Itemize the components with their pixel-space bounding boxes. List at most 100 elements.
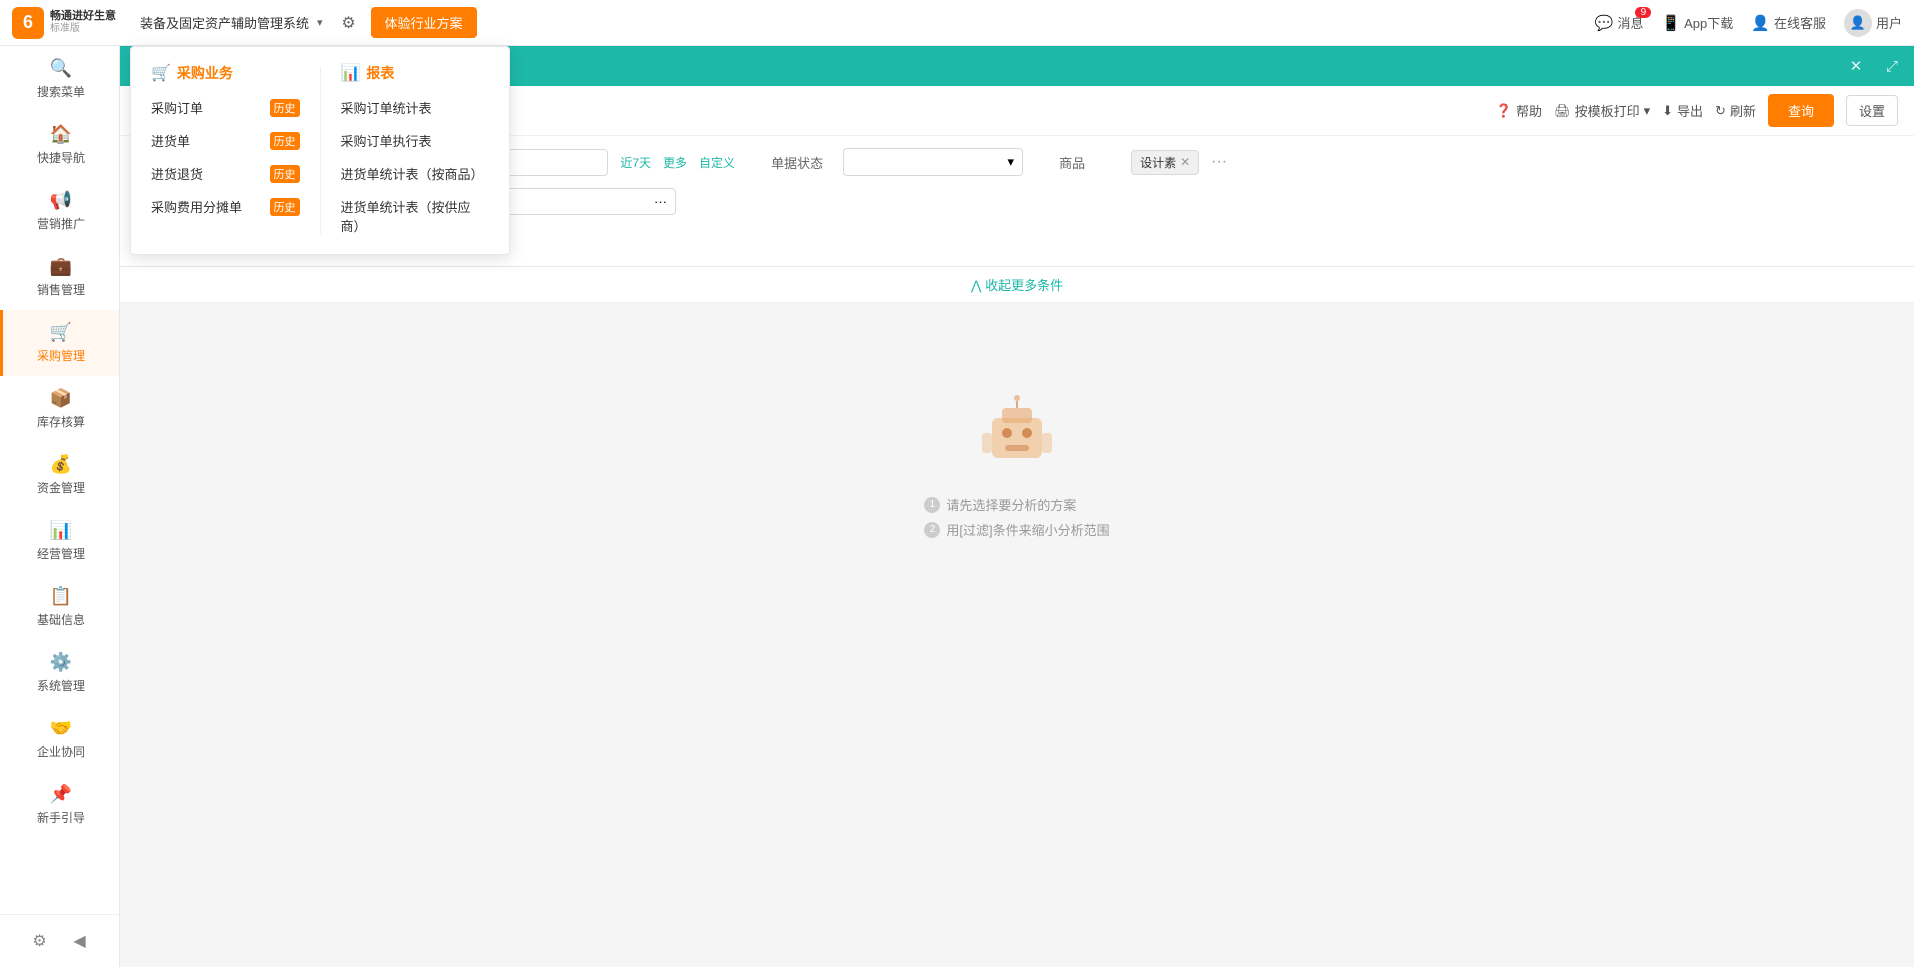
help-action[interactable]: ❓ 帮助 (1496, 101, 1542, 120)
quick-custom-btn[interactable]: 自定义 (699, 154, 735, 171)
goods-tag-close-icon[interactable]: ✕ (1180, 155, 1190, 169)
quick-more-btn[interactable]: 更多 (663, 154, 687, 171)
help-icon: ❓ (1496, 103, 1512, 119)
sidebar-label-marketing: 营销推广 (37, 215, 85, 232)
sales-icon: 💼 (50, 256, 72, 277)
empty-tip-2: 2 用[过滤]条件来缩小分析范围 (924, 520, 1109, 539)
inventory-icon: 📦 (50, 388, 72, 409)
goods-tag[interactable]: 设计素 ✕ (1131, 150, 1199, 175)
message-badge: 9 (1635, 7, 1651, 18)
menu-item-supplier-stat[interactable]: 进货单统计表（按供应商） (333, 190, 498, 242)
print-dropdown-icon[interactable]: ▾ (1644, 103, 1651, 119)
tab-bar-right: ✕ ⤢ (1842, 52, 1914, 80)
purchase-order-stat-label: 采购订单统计表 (341, 98, 432, 117)
sidebar-item-operation[interactable]: 📊 经营管理 (0, 508, 119, 574)
goods-more-btn[interactable]: ··· (1211, 153, 1227, 171)
help-label: 帮助 (1516, 101, 1542, 120)
filter-settings-btn[interactable]: 设置 (1846, 95, 1898, 126)
sidebar-item-basic[interactable]: 📋 基础信息 (0, 574, 119, 640)
goods-tag-text: 设计素 (1140, 154, 1176, 171)
purchase-order-badge: 历史 (270, 99, 300, 117)
header-right: 💬 消息 9 📱 App下载 👤 在线客服 👤 用户 (1595, 9, 1902, 37)
sidebar-item-capital[interactable]: 💰 资金管理 (0, 442, 119, 508)
tab-expand-btn[interactable]: ⤢ (1878, 52, 1906, 80)
logo-text-area: 畅通进好生意 标准版 (50, 10, 116, 35)
sidebar-label-guide: 新手引导 (37, 809, 85, 826)
industry-btn[interactable]: 体验行业方案 (371, 7, 477, 38)
logo-icon: 6 (12, 7, 44, 39)
sidebar-item-inventory[interactable]: 📦 库存核算 (0, 376, 119, 442)
empty-tips: 1 请先选择要分析的方案 2 用[过滤]条件来缩小分析范围 (924, 495, 1109, 539)
doc-status-select[interactable]: ▾ (843, 148, 1023, 176)
sidebar-settings-btn[interactable]: ⚙ (24, 925, 56, 957)
doc-status-dropdown-icon: ▾ (1008, 154, 1015, 170)
menu-item-purchase-order-stat[interactable]: 采购订单统计表 (333, 91, 498, 124)
sidebar-item-enterprise[interactable]: 🤝 企业协同 (0, 706, 119, 772)
purchase-icon: 🛒 (50, 322, 72, 343)
search-icon: 🔍 (50, 58, 72, 79)
salesman-select[interactable]: ··· (496, 188, 676, 215)
service-icon: 👤 (1751, 14, 1770, 32)
user-action[interactable]: 👤 用户 (1844, 9, 1902, 37)
sidebar-label-system: 系统管理 (37, 677, 85, 694)
sidebar-label-enterprise: 企业协同 (37, 743, 85, 760)
export-action[interactable]: ⬇ 导出 (1662, 101, 1703, 120)
menu-item-purchase-order-exec[interactable]: 采购订单执行表 (333, 124, 498, 157)
quick-7days-btn[interactable]: 近7天 (620, 154, 651, 171)
purchase-goods-badge: 历史 (270, 132, 300, 150)
purchase-menu-icon: 🛒 (151, 63, 171, 83)
query-btn[interactable]: 查询 (1768, 94, 1834, 127)
purchase-expense-label: 采购费用分摊单 (151, 197, 242, 216)
sidebar-item-purchase[interactable]: 🛒 采购管理 (0, 310, 119, 376)
menu-item-purchase-return[interactable]: 进货退货 历史 (143, 157, 308, 190)
sidebar-item-marketing[interactable]: 📢 营销推广 (0, 178, 119, 244)
report-column-title-text: 报表 (366, 63, 394, 83)
goods-label: 商品 (1059, 153, 1119, 172)
sidebar-label-search: 搜索菜单 (37, 83, 85, 100)
top-header: 6 畅通进好生意 标准版 装备及固定资产辅助管理系统 ▾ ⚙ 体验行业方案 💬 … (0, 0, 1914, 46)
app-download-action[interactable]: 📱 App下载 (1661, 13, 1733, 32)
sidebar-item-quick[interactable]: 🏠 快捷导航 (0, 112, 119, 178)
operation-icon: 📊 (50, 520, 72, 541)
menu-item-purchase-expense[interactable]: 采购费用分摊单 历史 (143, 190, 308, 223)
sidebar-item-search[interactable]: 🔍 搜索菜单 (0, 46, 119, 112)
sidebar-item-system[interactable]: ⚙️ 系统管理 (0, 640, 119, 706)
purchase-return-badge: 历史 (270, 165, 300, 183)
empty-tip-1: 1 请先选择要分析的方案 (924, 495, 1109, 514)
print-icon: 🖨 (1554, 103, 1571, 119)
sidebar-item-sales[interactable]: 💼 销售管理 (0, 244, 119, 310)
online-service-action[interactable]: 👤 在线客服 (1751, 13, 1826, 32)
system-title-text: 装备及固定资产辅助管理系统 (140, 13, 309, 32)
purchase-column-title-text: 采购业务 (177, 63, 233, 83)
settings-gear-icon[interactable]: ⚙ (335, 9, 363, 37)
sidebar-label-quick: 快捷导航 (37, 149, 85, 166)
menu-item-purchase-order[interactable]: 采购订单 历史 (143, 91, 308, 124)
purchase-column-title: 🛒 采购业务 (143, 59, 308, 91)
collapse-label: ⋀ 收起更多条件 (971, 278, 1063, 293)
brand-main: 畅通进好生意 (50, 10, 116, 23)
sidebar-label-basic: 基础信息 (37, 611, 85, 628)
sidebar-item-guide[interactable]: 📌 新手引导 (0, 772, 119, 838)
purchase-menu-column: 🛒 采购业务 采购订单 历史 进货单 历史 进货退货 历史 采购费用分摊单 历史 (131, 59, 320, 242)
print-action[interactable]: 🖨 按模板打印 ▾ (1554, 101, 1650, 120)
tab-close-all-btn[interactable]: ✕ (1842, 52, 1870, 80)
sidebar-collapse-btn[interactable]: ◀ (64, 925, 96, 957)
enterprise-icon: 🤝 (50, 718, 72, 739)
message-action[interactable]: 💬 消息 9 (1595, 13, 1644, 32)
refresh-action[interactable]: ↻ 刷新 (1715, 101, 1756, 120)
menu-item-goods-stat[interactable]: 进货单统计表（按商品） (333, 157, 498, 190)
report-menu-column: 📊 报表 采购订单统计表 采购订单执行表 进货单统计表（按商品） 进货单统计表（… (321, 59, 510, 242)
salesman-dropdown-icon: ··· (654, 194, 667, 209)
message-icon: 💬 (1595, 14, 1614, 32)
capital-icon: 💰 (50, 454, 72, 475)
brand-sub: 标准版 (50, 23, 116, 35)
supplier-stat-label: 进货单统计表（按供应商） (341, 197, 490, 235)
sidebar-label-inventory: 库存核算 (37, 413, 85, 430)
system-dropdown-btn[interactable]: ▾ (317, 16, 323, 29)
collapse-row[interactable]: ⋀ 收起更多条件 (120, 267, 1914, 303)
menu-item-purchase-goods[interactable]: 进货单 历史 (143, 124, 308, 157)
refresh-icon: ↻ (1715, 103, 1726, 119)
report-menu-icon: 📊 (341, 63, 361, 83)
doc-status-label: 单据状态 (771, 153, 831, 172)
basic-icon: 📋 (50, 586, 72, 607)
